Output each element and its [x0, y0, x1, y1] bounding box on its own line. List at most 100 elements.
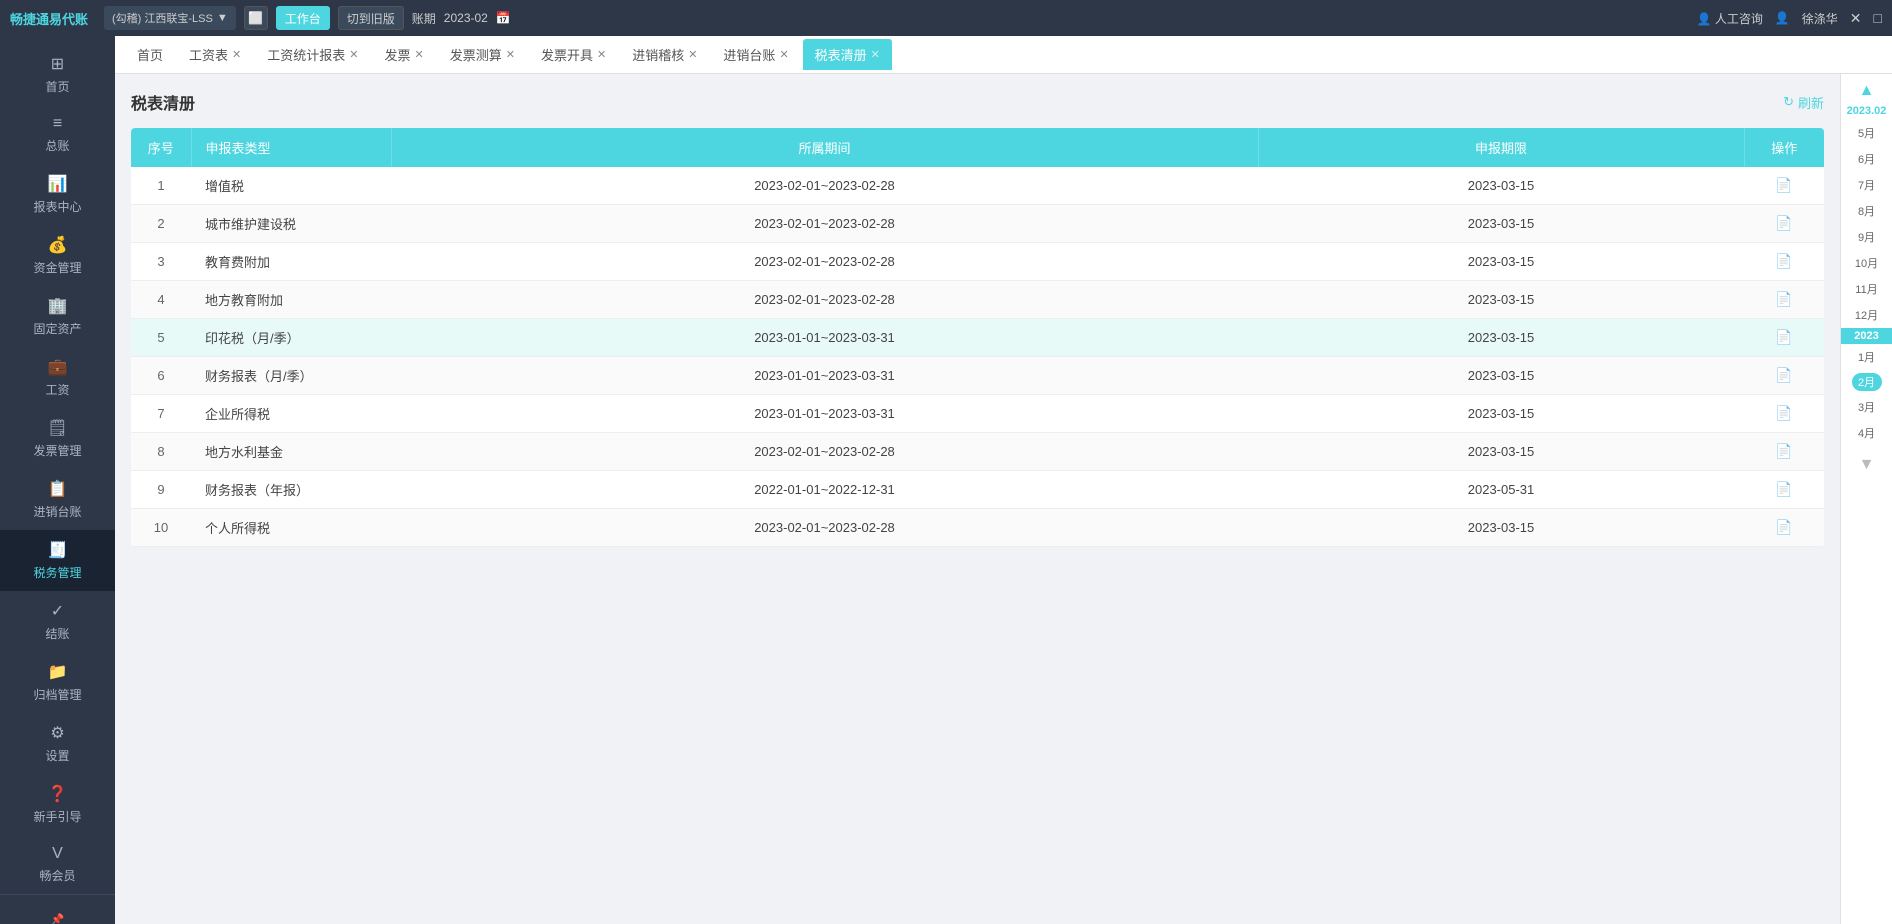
- month-6[interactable]: 6月: [1841, 146, 1892, 172]
- tab-invoice-open[interactable]: 发票开具 ✕: [529, 39, 618, 70]
- switch-old-button[interactable]: 切到旧版: [338, 6, 404, 30]
- tab-invoice-open-label: 发票开具: [541, 45, 593, 64]
- tab-invoice-open-close[interactable]: ✕: [597, 48, 606, 61]
- month-5[interactable]: 5月: [1841, 120, 1892, 146]
- page-content: 税表清册 ↻ 刷新 序号 申报表类型 所属期间 申报期限 操作: [115, 74, 1892, 924]
- month-3[interactable]: 3月: [1841, 394, 1892, 420]
- action-doc-icon[interactable]: 📄: [1775, 519, 1792, 535]
- sidebar-label-guide: 新手引导: [33, 808, 81, 825]
- tab-salary-report[interactable]: 工资统计报表 ✕: [255, 39, 370, 70]
- sidebar-label-funds: 资金管理: [33, 259, 81, 276]
- help-button[interactable]: 👤 人工咨询: [1697, 10, 1763, 27]
- cell-action[interactable]: 📄: [1744, 471, 1824, 509]
- sidebar-item-funds[interactable]: 💰 资金管理: [0, 225, 115, 286]
- cell-name: 印花税（月/季）: [191, 319, 391, 357]
- action-doc-icon[interactable]: 📄: [1775, 177, 1792, 193]
- calendar-icon[interactable]: 📅: [496, 11, 511, 25]
- sidebar-item-tax[interactable]: 🧾 税务管理: [0, 530, 115, 591]
- tab-salary-table[interactable]: 工资表 ✕: [177, 39, 253, 70]
- tab-invoice-calc[interactable]: 发票测算 ✕: [438, 39, 527, 70]
- action-doc-icon[interactable]: 📄: [1775, 367, 1792, 383]
- action-doc-icon[interactable]: 📄: [1775, 253, 1792, 269]
- cell-name: 财务报表（月/季）: [191, 357, 391, 395]
- month-4[interactable]: 4月: [1841, 420, 1892, 446]
- nav-down-button[interactable]: ▼: [1857, 454, 1877, 476]
- month-11-label: 11月: [1841, 279, 1892, 299]
- sidebar-item-archive[interactable]: 📁 归档管理: [0, 652, 115, 713]
- month-1-label: 1月: [1841, 347, 1892, 367]
- cell-action[interactable]: 📄: [1744, 243, 1824, 281]
- cell-period: 2023-02-01~2023-02-28: [391, 433, 1258, 471]
- member-icon: V: [52, 845, 63, 863]
- month-11[interactable]: 11月: [1841, 276, 1892, 302]
- sidebar-item-ledger[interactable]: ≡ 总账: [0, 105, 115, 164]
- month-8[interactable]: 8月: [1841, 198, 1892, 224]
- refresh-button[interactable]: ↻ 刷新: [1783, 93, 1824, 112]
- invoice-icon: 🗒: [47, 418, 67, 438]
- close-account-icon: ✓: [51, 601, 64, 621]
- sidebar-item-settings[interactable]: ⚙ 设置: [0, 713, 115, 774]
- action-doc-icon[interactable]: 📄: [1775, 329, 1792, 345]
- action-doc-icon[interactable]: 📄: [1775, 291, 1792, 307]
- tab-salary-table-close[interactable]: ✕: [232, 48, 241, 61]
- cell-action[interactable]: 📄: [1744, 509, 1824, 547]
- copy-button[interactable]: ⬜: [244, 6, 268, 30]
- unpin-button[interactable]: 📌 取消固定: [0, 905, 115, 924]
- tab-purchase-ledger-close[interactable]: ✕: [779, 48, 788, 61]
- tab-purchase-check[interactable]: 进销稽核 ✕: [620, 39, 709, 70]
- sidebar-item-home[interactable]: ⊞ 首页: [0, 44, 115, 105]
- month-12[interactable]: 12月: [1841, 302, 1892, 328]
- sidebar-item-invoice[interactable]: 🗒 发票管理: [0, 408, 115, 469]
- action-doc-icon[interactable]: 📄: [1775, 481, 1792, 497]
- month-9[interactable]: 9月: [1841, 224, 1892, 250]
- workspace-button[interactable]: 工作台: [276, 6, 330, 30]
- month-2-active[interactable]: 2月: [1841, 370, 1892, 394]
- cell-action[interactable]: 📄: [1744, 433, 1824, 471]
- col-header-deadline: 申报期限: [1258, 128, 1744, 167]
- cell-deadline: 2023-03-15: [1258, 243, 1744, 281]
- sidebar-item-close[interactable]: ✓ 结账: [0, 591, 115, 652]
- cell-id: 2: [131, 205, 191, 243]
- maximize-icon[interactable]: □: [1874, 10, 1882, 26]
- cell-period: 2023-01-01~2023-03-31: [391, 357, 1258, 395]
- action-doc-icon[interactable]: 📄: [1775, 405, 1792, 421]
- app-logo: 畅捷通易代账: [10, 9, 88, 28]
- sidebar-label-close: 结账: [45, 625, 69, 642]
- tab-purchase-check-close[interactable]: ✕: [688, 48, 697, 61]
- tab-home[interactable]: 首页: [125, 39, 175, 70]
- company-selector[interactable]: (勾稽) 江西联宝-LSS ▼: [104, 6, 236, 30]
- username: 徐涤华: [1802, 10, 1838, 27]
- tab-invoice[interactable]: 发票 ✕: [372, 39, 435, 70]
- tab-invoice-label: 发票: [384, 45, 410, 64]
- month-3-label: 3月: [1841, 397, 1892, 417]
- cell-action[interactable]: 📄: [1744, 357, 1824, 395]
- cell-action[interactable]: 📄: [1744, 319, 1824, 357]
- sidebar-item-assets[interactable]: 🏢 固定资产: [0, 286, 115, 347]
- cell-action[interactable]: 📄: [1744, 395, 1824, 433]
- tab-salary-report-close[interactable]: ✕: [349, 48, 358, 61]
- tab-tax-register-close[interactable]: ✕: [871, 48, 880, 61]
- sidebar-item-report[interactable]: 📊 报表中心: [0, 164, 115, 225]
- action-doc-icon[interactable]: 📄: [1775, 215, 1792, 231]
- cell-action[interactable]: 📄: [1744, 205, 1824, 243]
- cell-action[interactable]: 📄: [1744, 281, 1824, 319]
- tab-invoice-close[interactable]: ✕: [415, 48, 424, 61]
- main-content-area: 税表清册 ↻ 刷新 序号 申报表类型 所属期间 申报期限 操作: [115, 74, 1840, 924]
- tab-invoice-calc-close[interactable]: ✕: [506, 48, 515, 61]
- sidebar-item-member[interactable]: V 畅会员: [0, 835, 115, 894]
- sidebar-item-guide[interactable]: ❓ 新手引导: [0, 774, 115, 835]
- sidebar-item-purchase[interactable]: 📋 进销台账: [0, 469, 115, 530]
- tab-purchase-ledger[interactable]: 进销台账 ✕: [711, 39, 800, 70]
- cell-action[interactable]: 📄: [1744, 167, 1824, 205]
- action-doc-icon[interactable]: 📄: [1775, 443, 1792, 459]
- month-7[interactable]: 7月: [1841, 172, 1892, 198]
- close-icon[interactable]: ✕: [1850, 10, 1862, 27]
- cell-period: 2023-02-01~2023-02-28: [391, 243, 1258, 281]
- tab-salary-table-label: 工资表: [189, 45, 228, 64]
- month-10[interactable]: 10月: [1841, 250, 1892, 276]
- nav-up-button[interactable]: ▲: [1857, 80, 1877, 102]
- sidebar-item-salary[interactable]: 💼 工资: [0, 347, 115, 408]
- month-1[interactable]: 1月: [1841, 344, 1892, 370]
- report-icon: 📊: [48, 174, 68, 194]
- tab-tax-register[interactable]: 税表清册 ✕: [803, 39, 892, 70]
